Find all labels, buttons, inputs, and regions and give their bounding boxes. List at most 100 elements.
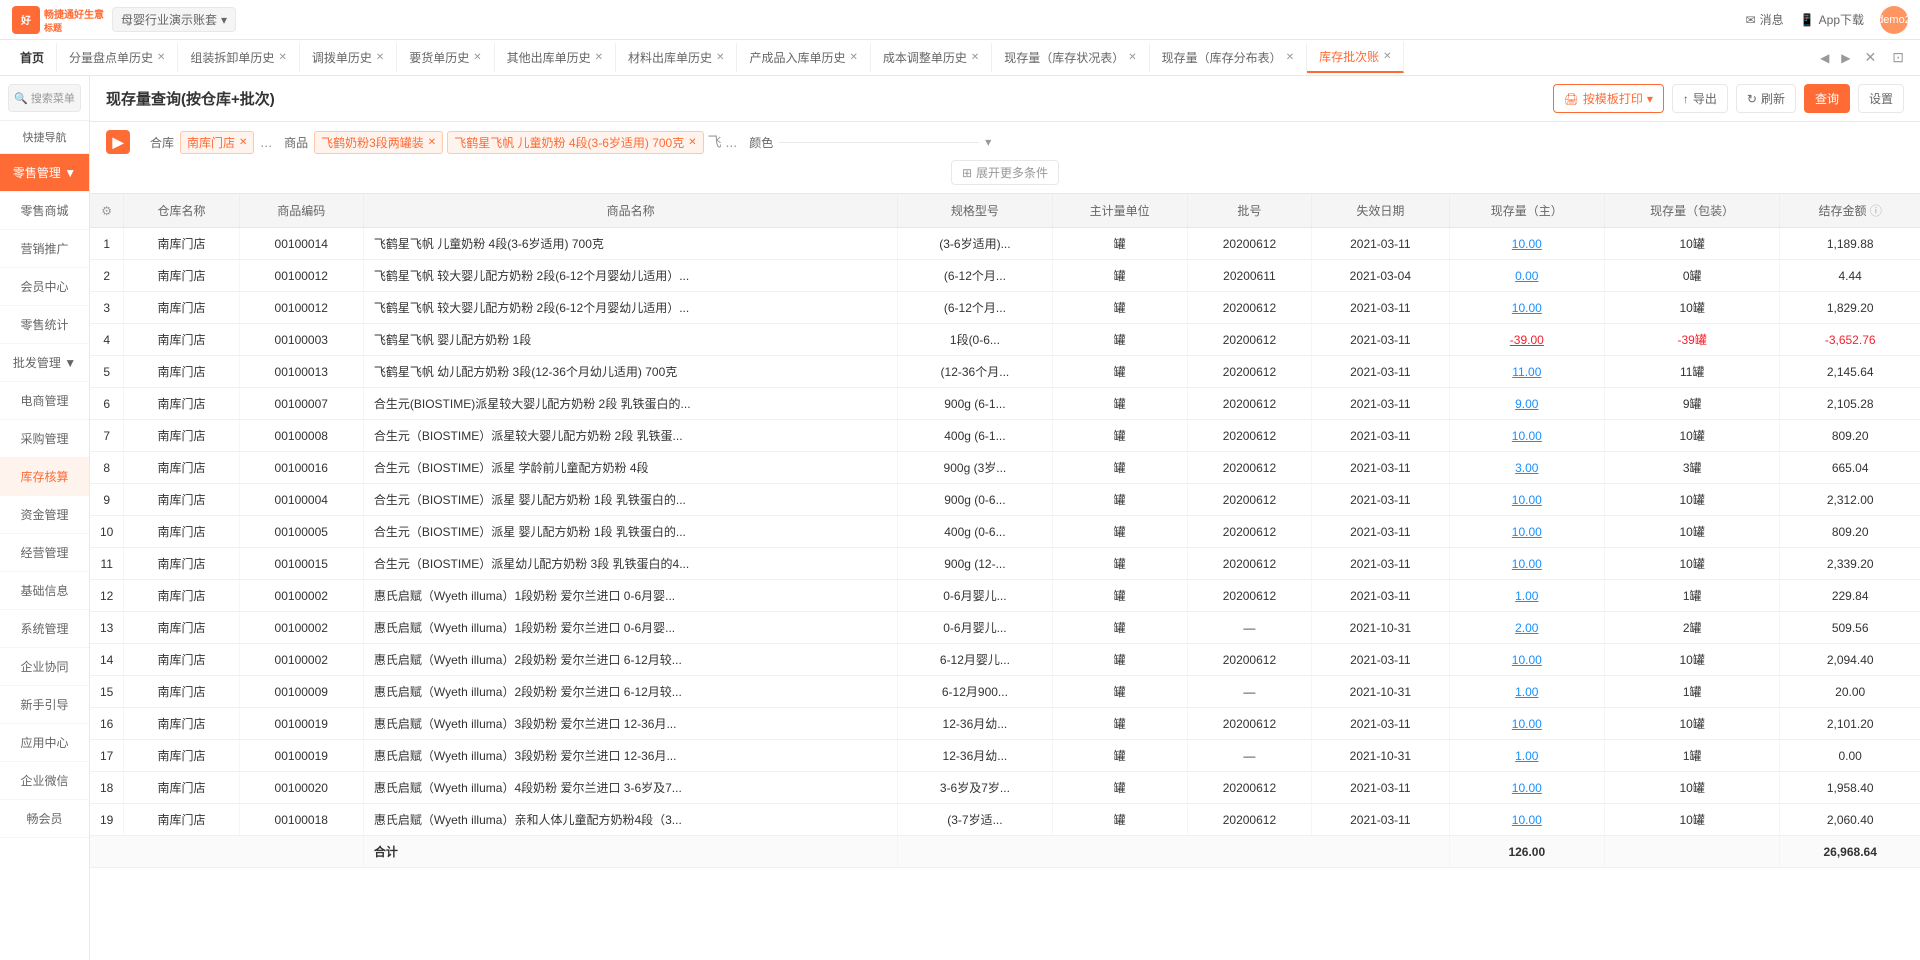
color-filter-input[interactable]	[779, 142, 979, 143]
close-icon[interactable]: ✕	[278, 52, 286, 63]
row-code: 00100002	[239, 580, 363, 612]
sidebar-item-member[interactable]: 会员中心	[0, 268, 89, 306]
product-tag-1[interactable]: 飞鹤奶粉3段两罐装 ✕	[314, 131, 443, 154]
warehouse-filter-more[interactable]: ...	[260, 134, 272, 150]
row-qty[interactable]: 10.00	[1449, 292, 1604, 324]
tab-order-history[interactable]: 要货单历史 ✕	[397, 43, 494, 72]
remove-product-tag-2-icon[interactable]: ✕	[688, 137, 696, 148]
row-qty[interactable]: 10.00	[1449, 420, 1604, 452]
close-icon[interactable]: ✕	[1383, 51, 1391, 62]
table-row: 4 南库门店 00100003 飞鹤星飞帆 婴儿配方奶粉 1段 1段(0-6..…	[90, 324, 1920, 356]
tab-inventory-history[interactable]: 分量盘点单历史 ✕	[57, 43, 178, 72]
row-qty[interactable]: 11.00	[1449, 356, 1604, 388]
refresh-btn[interactable]: ↻ 刷新	[1736, 84, 1796, 113]
sidebar-item-new-guide[interactable]: 新手引导	[0, 686, 89, 724]
row-name: 飞鹤星飞帆 较大婴儿配方奶粉 2段(6-12个月婴幼儿适用）...	[363, 260, 897, 292]
tab-home[interactable]: 首页	[8, 43, 57, 72]
print-template-btn[interactable]: 🖨 按模板打印 ▾	[1553, 84, 1664, 113]
nav-maximize-btn[interactable]: ⊡	[1884, 45, 1912, 70]
expand-more-btn[interactable]: ⊞ 展开更多条件	[951, 160, 1059, 185]
row-qty[interactable]: 10.00	[1449, 708, 1604, 740]
row-qty[interactable]: 10.00	[1449, 484, 1604, 516]
nav-prev-btn[interactable]: ◀	[1814, 47, 1835, 69]
sidebar-item-retail[interactable]: 零售管理 ▼	[0, 154, 89, 192]
sidebar-item-retail-mall[interactable]: 零售商城	[0, 192, 89, 230]
product-tag-2[interactable]: 飞鹤星飞帆 儿童奶粉 4段(3-6岁适用) 700克 ✕	[447, 131, 703, 154]
sidebar-item-basic-info[interactable]: 基础信息	[0, 572, 89, 610]
row-qty[interactable]: 0.00	[1449, 260, 1604, 292]
close-icon[interactable]: ✕	[595, 52, 603, 63]
row-unit: 罐	[1052, 740, 1187, 772]
remove-product-tag-1-icon[interactable]: ✕	[428, 137, 436, 148]
row-expiry: 2021-03-11	[1312, 644, 1450, 676]
nav-close-all-btn[interactable]: ✕	[1857, 45, 1885, 70]
product-filter-more[interactable]: 飞 ...	[708, 132, 738, 152]
sidebar-item-retail-stats[interactable]: 零售统计	[0, 306, 89, 344]
industry-select[interactable]: 母婴行业演示账套 ▾	[112, 7, 236, 32]
row-qty[interactable]: 10.00	[1449, 644, 1604, 676]
row-qty[interactable]: 10.00	[1449, 804, 1604, 836]
warehouse-tag-1[interactable]: 南库门店 ✕	[180, 131, 254, 154]
sidebar-item-operations[interactable]: 经营管理	[0, 534, 89, 572]
row-qty[interactable]: 1.00	[1449, 580, 1604, 612]
sidebar-item-member-program[interactable]: 畅会员	[0, 800, 89, 838]
app-download-btn[interactable]: 📱 App下载	[1800, 11, 1864, 28]
row-spec: 900g (6-1...	[898, 388, 1052, 420]
tab-other-out-history[interactable]: 其他出库单历史 ✕	[495, 43, 616, 72]
row-qty[interactable]: 10.00	[1449, 548, 1604, 580]
sidebar-search-btn[interactable]: 🔍 搜索菜单	[8, 84, 81, 112]
tab-product-in-history[interactable]: 产成品入库单历史 ✕	[737, 43, 870, 72]
settings-btn[interactable]: 设置	[1858, 84, 1904, 113]
row-qty[interactable]: 10.00	[1449, 772, 1604, 804]
row-amount: 2,101.20	[1780, 708, 1920, 740]
row-warehouse: 南库门店	[124, 676, 239, 708]
table-row: 8 南库门店 00100016 合生元（BIOSTIME）派星 学龄前儿童配方奶…	[90, 452, 1920, 484]
sidebar-item-finance[interactable]: 资金管理	[0, 496, 89, 534]
row-qty[interactable]: 3.00	[1449, 452, 1604, 484]
tab-material-out-history[interactable]: 材料出库单历史 ✕	[616, 43, 737, 72]
sidebar-item-enterprise-wechat[interactable]: 企业微信	[0, 762, 89, 800]
row-qty[interactable]: 9.00	[1449, 388, 1604, 420]
close-icon[interactable]: ✕	[971, 52, 979, 63]
close-icon[interactable]: ✕	[849, 52, 857, 63]
row-amount: 20.00	[1780, 676, 1920, 708]
tab-stock-distribution[interactable]: 现存量（库存分布表）✕	[1150, 43, 1307, 72]
sidebar-item-ecommerce[interactable]: 电商管理	[0, 382, 89, 420]
close-icon[interactable]: ✕	[716, 52, 724, 63]
sidebar-item-marketing[interactable]: 营销推广	[0, 230, 89, 268]
tab-stock-batch[interactable]: 库存批次账 ✕	[1307, 42, 1404, 73]
nav-next-btn[interactable]: ▶	[1835, 47, 1856, 69]
row-qty[interactable]: 10.00	[1449, 516, 1604, 548]
row-unit: 罐	[1052, 324, 1187, 356]
tab-transfer-history[interactable]: 调拨单历史 ✕	[300, 43, 397, 72]
row-qty[interactable]: 1.00	[1449, 740, 1604, 772]
row-qty[interactable]: -39.00	[1449, 324, 1604, 356]
th-checkbox[interactable]: ⚙	[90, 194, 124, 228]
row-qty[interactable]: 2.00	[1449, 612, 1604, 644]
sidebar-shortcut[interactable]: 快捷导航	[0, 121, 89, 154]
close-icon[interactable]: ✕	[1286, 52, 1294, 63]
close-icon[interactable]: ✕	[376, 52, 384, 63]
row-qty-pkg: 1罐	[1604, 580, 1779, 612]
row-qty[interactable]: 10.00	[1449, 228, 1604, 260]
sidebar-item-purchase[interactable]: 采购管理	[0, 420, 89, 458]
sidebar-item-app-center[interactable]: 应用中心	[0, 724, 89, 762]
sidebar-item-wholesale[interactable]: 批发管理 ▼	[0, 344, 89, 382]
messages-btn[interactable]: ✉ 消息	[1746, 11, 1784, 28]
avatar[interactable]: demo2	[1880, 6, 1908, 34]
settings-icon[interactable]: ⚙	[101, 204, 112, 218]
sidebar-item-enterprise-collab[interactable]: 企业协同	[0, 648, 89, 686]
row-qty[interactable]: 1.00	[1449, 676, 1604, 708]
close-icon[interactable]: ✕	[1128, 52, 1136, 63]
remove-warehouse-tag-icon[interactable]: ✕	[239, 137, 247, 148]
filter-toggle-btn[interactable]: ▶	[106, 130, 130, 154]
search-btn[interactable]: 查询	[1804, 84, 1850, 113]
tab-cost-adjust-history[interactable]: 成本调整单历史 ✕	[871, 43, 992, 72]
close-icon[interactable]: ✕	[473, 52, 481, 63]
close-icon[interactable]: ✕	[157, 52, 165, 63]
export-btn[interactable]: ↑ 导出	[1672, 84, 1728, 113]
tab-assembly-history[interactable]: 组装拆卸单历史 ✕	[178, 43, 299, 72]
tab-stock-status[interactable]: 现存量（库存状况表）✕	[992, 43, 1149, 72]
sidebar-item-inventory[interactable]: 库存核算	[0, 458, 89, 496]
sidebar-item-system[interactable]: 系统管理	[0, 610, 89, 648]
